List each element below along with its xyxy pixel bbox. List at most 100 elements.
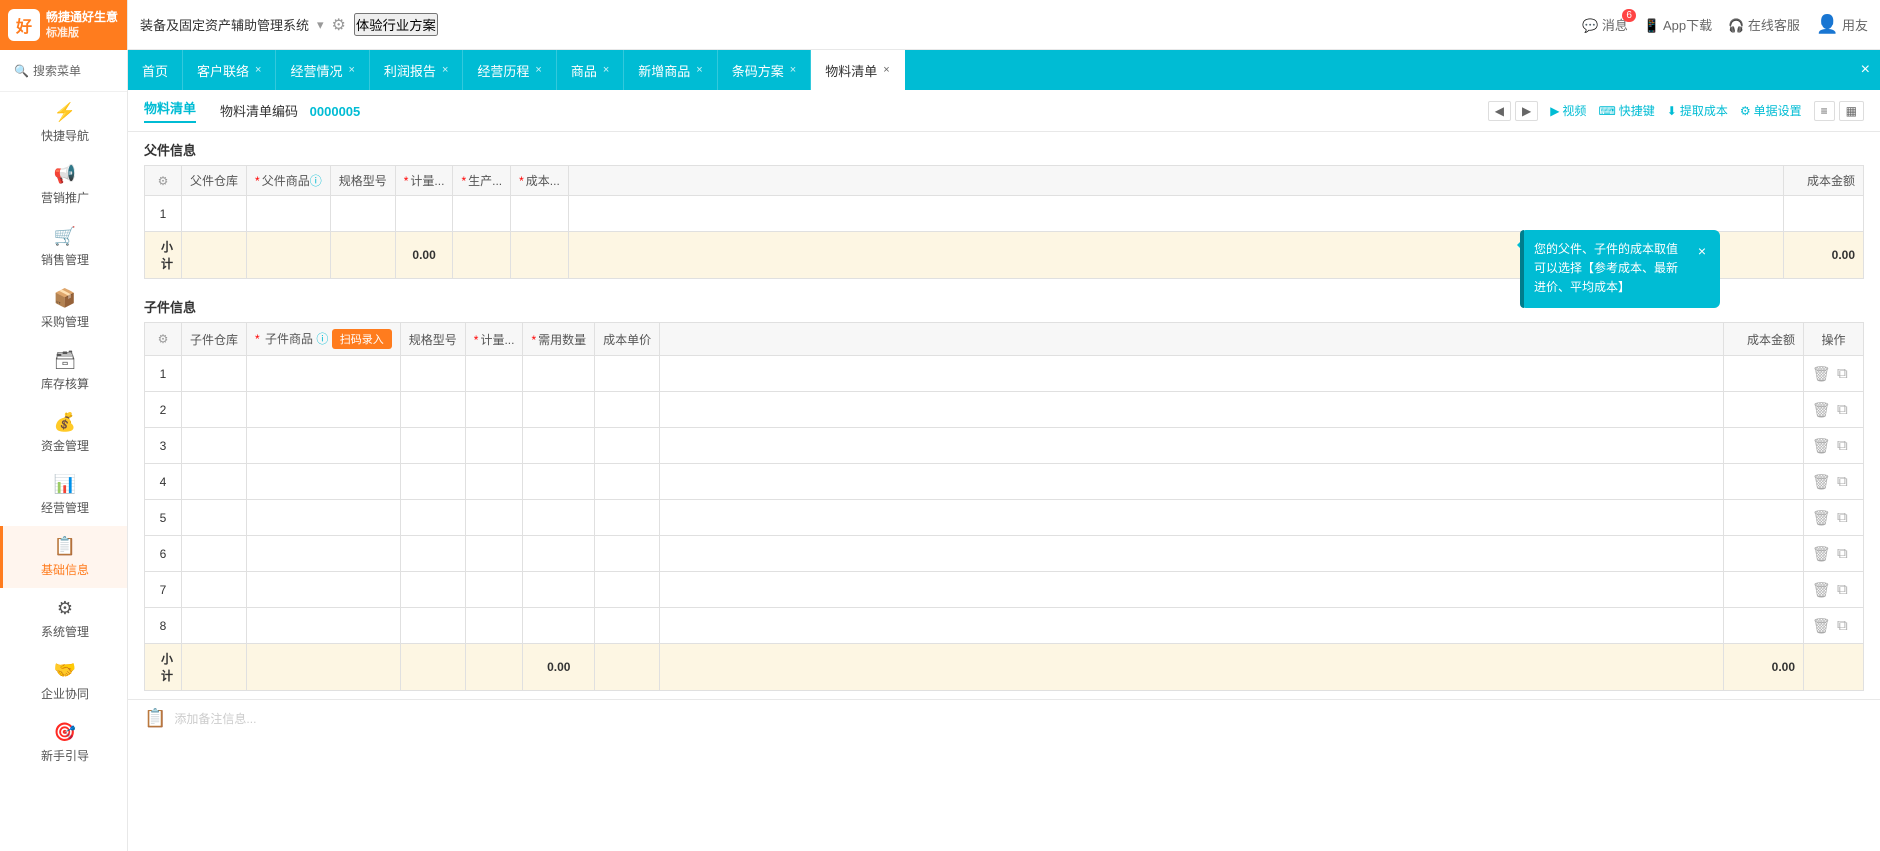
child-row-unit-8[interactable] — [465, 608, 523, 644]
child-row-warehouse-3[interactable] — [182, 428, 247, 464]
extract-cost-action[interactable]: ⬇ 提取成本 — [1667, 102, 1728, 119]
child-row-unit-price-6[interactable] — [595, 536, 660, 572]
child-row-unit-2[interactable] — [465, 392, 523, 428]
tab-home[interactable]: 首页 — [128, 50, 183, 90]
tab-barcode[interactable]: 条码方案 × — [718, 50, 811, 90]
sidebar-item-quick-nav[interactable]: ⚡ 快捷导航 — [0, 92, 127, 154]
tooltip-close-button[interactable]: × — [1698, 240, 1706, 262]
experience-button[interactable]: 体验行业方案 — [354, 13, 438, 36]
child-row-spec-5[interactable] — [400, 500, 465, 536]
parent-row-produce[interactable] — [453, 196, 511, 232]
message-area[interactable]: 💬 6 消息 — [1582, 15, 1628, 34]
delete-icon-6[interactable]: 🗑 — [1812, 545, 1831, 563]
delete-icon-3[interactable]: 🗑 — [1812, 437, 1831, 455]
close-all-tabs-button[interactable]: × — [1851, 61, 1880, 79]
nav-next-button[interactable]: ▶ — [1515, 101, 1538, 121]
sidebar-item-operations[interactable]: 📊 经营管理 — [0, 464, 127, 526]
sidebar-item-marketing[interactable]: 📢 营销推广 — [0, 154, 127, 216]
child-row-unit-4[interactable] — [465, 464, 523, 500]
tab-close-new-goods[interactable]: × — [696, 64, 702, 76]
child-row-qty-6[interactable] — [523, 536, 595, 572]
child-row-warehouse-2[interactable] — [182, 392, 247, 428]
view-list-button[interactable]: ≡ — [1814, 101, 1835, 121]
delete-icon-8[interactable]: 🗑 — [1812, 617, 1831, 635]
child-row-spec-4[interactable] — [400, 464, 465, 500]
sidebar-item-basic-info[interactable]: 📋 基础信息 — [0, 526, 127, 588]
parent-row-cost[interactable] — [511, 196, 569, 232]
tab-close-profit[interactable]: × — [442, 64, 448, 76]
child-row-spec-6[interactable] — [400, 536, 465, 572]
child-row-spec-2[interactable] — [400, 392, 465, 428]
child-row-warehouse-5[interactable] — [182, 500, 247, 536]
sidebar-item-finance[interactable]: 💰 资金管理 — [0, 402, 127, 464]
nav-prev-button[interactable]: ◀ — [1488, 101, 1511, 121]
child-row-qty-5[interactable] — [523, 500, 595, 536]
copy-icon-1[interactable]: ⧉ — [1837, 365, 1848, 382]
child-row-unit-price-5[interactable] — [595, 500, 660, 536]
child-row-unit-price-3[interactable] — [595, 428, 660, 464]
child-row-qty-4[interactable] — [523, 464, 595, 500]
child-row-spec-1[interactable] — [400, 356, 465, 392]
sidebar-item-purchase[interactable]: 📦 采购管理 — [0, 278, 127, 340]
child-row-qty-7[interactable] — [523, 572, 595, 608]
child-row-warehouse-4[interactable] — [182, 464, 247, 500]
child-row-unit-price-4[interactable] — [595, 464, 660, 500]
note-text[interactable]: 添加备注信息... — [174, 710, 256, 727]
user-area[interactable]: 👤 用友 — [1816, 14, 1868, 35]
child-row-spec-3[interactable] — [400, 428, 465, 464]
parent-col-settings[interactable]: ⚙ — [145, 166, 182, 196]
search-menu-button[interactable]: 🔍 搜索菜单 — [8, 58, 119, 83]
tab-new-goods[interactable]: 新增商品 × — [624, 50, 717, 90]
child-row-unit-5[interactable] — [465, 500, 523, 536]
parent-row-warehouse[interactable] — [182, 196, 247, 232]
parent-row-spec[interactable] — [330, 196, 395, 232]
tab-operations-status[interactable]: 经营情况 × — [276, 50, 369, 90]
online-service-area[interactable]: 🎧 在线客服 — [1728, 15, 1800, 34]
sidebar-item-enterprise[interactable]: 🤝 企业协同 — [0, 650, 127, 712]
copy-icon-5[interactable]: ⧉ — [1837, 509, 1848, 526]
child-row-product-2[interactable] — [247, 392, 401, 428]
child-row-qty-2[interactable] — [523, 392, 595, 428]
child-row-unit-1[interactable] — [465, 356, 523, 392]
child-row-product-1[interactable] — [247, 356, 401, 392]
child-row-unit-6[interactable] — [465, 536, 523, 572]
settings-icon[interactable]: ⚙ — [332, 15, 346, 35]
child-row-qty-8[interactable] — [523, 608, 595, 644]
delete-icon-7[interactable]: 🗑 — [1812, 581, 1831, 599]
tab-goods[interactable]: 商品 × — [557, 50, 624, 90]
sidebar-item-sales[interactable]: 🛒 销售管理 — [0, 216, 127, 278]
child-row-unit-price-8[interactable] — [595, 608, 660, 644]
tab-ops-history[interactable]: 经营历程 × — [463, 50, 556, 90]
scan-input-button[interactable]: 扫码录入 — [332, 329, 392, 349]
child-row-product-5[interactable] — [247, 500, 401, 536]
child-row-unit-price-2[interactable] — [595, 392, 660, 428]
delete-icon-1[interactable]: 🗑 — [1812, 365, 1831, 383]
parent-row-unit[interactable] — [395, 196, 453, 232]
child-row-unit-3[interactable] — [465, 428, 523, 464]
copy-icon-8[interactable]: ⧉ — [1837, 617, 1848, 634]
system-title-dropdown-icon[interactable]: ▾ — [317, 17, 324, 33]
child-row-spec-7[interactable] — [400, 572, 465, 608]
sub-tab-bom[interactable]: 物料清单 — [144, 98, 196, 123]
tab-close-barcode[interactable]: × — [790, 64, 796, 76]
child-row-unit-7[interactable] — [465, 572, 523, 608]
child-row-warehouse-6[interactable] — [182, 536, 247, 572]
child-row-warehouse-8[interactable] — [182, 608, 247, 644]
parent-row-product[interactable] — [247, 196, 331, 232]
child-row-warehouse-1[interactable] — [182, 356, 247, 392]
child-row-qty-3[interactable] — [523, 428, 595, 464]
app-download-area[interactable]: 📱 App下载 — [1644, 15, 1712, 34]
tab-bom[interactable]: 物料清单 × — [811, 50, 904, 90]
tab-close-history[interactable]: × — [535, 64, 541, 76]
tab-customer[interactable]: 客户联络 × — [183, 50, 276, 90]
delete-icon-4[interactable]: 🗑 — [1812, 473, 1831, 491]
copy-icon-4[interactable]: ⧉ — [1837, 473, 1848, 490]
copy-icon-7[interactable]: ⧉ — [1837, 581, 1848, 598]
tab-close-goods[interactable]: × — [603, 64, 609, 76]
copy-icon-6[interactable]: ⧉ — [1837, 545, 1848, 562]
view-grid-button[interactable]: ▦ — [1839, 101, 1864, 121]
tab-profit-report[interactable]: 利润报告 × — [370, 50, 463, 90]
child-row-product-4[interactable] — [247, 464, 401, 500]
child-row-product-6[interactable] — [247, 536, 401, 572]
child-row-product-7[interactable] — [247, 572, 401, 608]
